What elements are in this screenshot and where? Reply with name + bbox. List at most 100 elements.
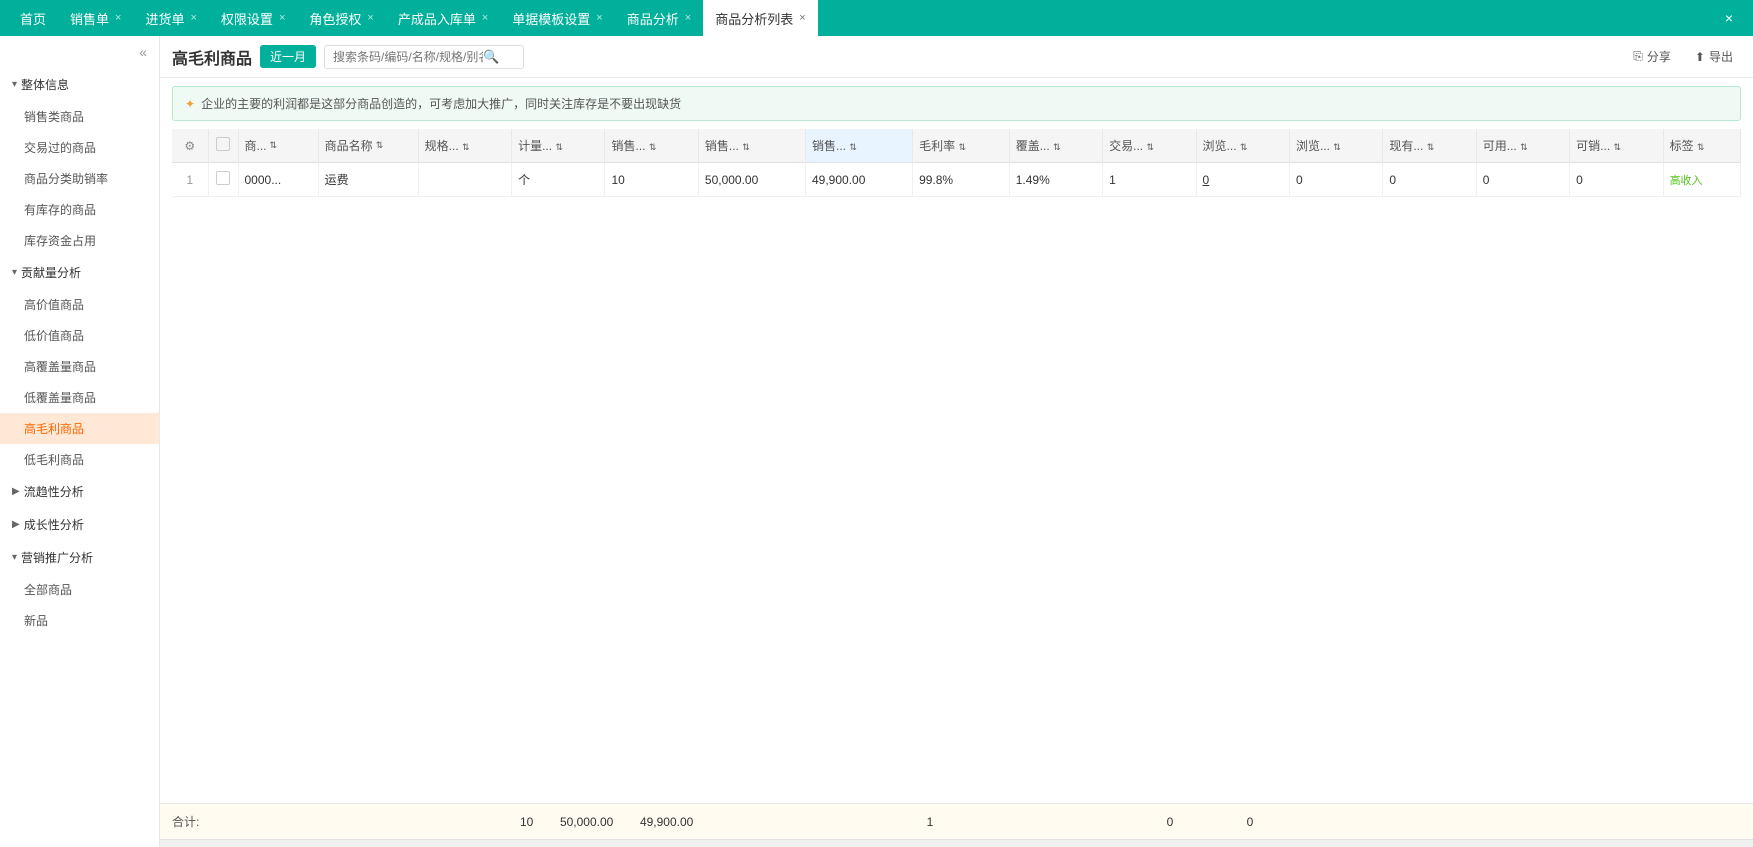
- nav-home[interactable]: 首页: [8, 0, 58, 36]
- nav-product-analysis[interactable]: 商品分析 ×: [615, 0, 703, 36]
- sidebar-item-low-margin[interactable]: 低毛利商品: [0, 444, 159, 475]
- cell-trade: 1: [1103, 163, 1196, 197]
- col-current[interactable]: 现有... ⇅: [1383, 129, 1476, 163]
- sidebar-item-new-goods[interactable]: 新品: [0, 605, 159, 636]
- nav-template[interactable]: 单据模板设置 ×: [500, 0, 614, 36]
- expand-arrow-overall: ▾: [12, 79, 17, 90]
- time-filter-button[interactable]: 近一月: [260, 45, 316, 68]
- sidebar-group-contribution[interactable]: ▾ 贡献量分析: [0, 256, 159, 289]
- export-icon: ⬆: [1695, 50, 1705, 64]
- sidebar-group-marketing[interactable]: ▾ 营销推广分析: [0, 541, 159, 574]
- page-title: 高毛利商品: [172, 45, 252, 69]
- footer-sales1: 10: [459, 815, 539, 829]
- sidebar-item-high-coverage[interactable]: 高覆盖量商品: [0, 351, 159, 382]
- col-browse2[interactable]: 浏览... ⇅: [1289, 129, 1382, 163]
- col-sales2[interactable]: 销售... ⇅: [698, 129, 805, 163]
- col-available[interactable]: 可用... ⇅: [1476, 129, 1569, 163]
- cell-sellable: 0: [1570, 163, 1663, 197]
- nav-purchase[interactable]: 进货单 ×: [133, 0, 208, 36]
- sort-icon-trade: ⇅: [1146, 142, 1154, 152]
- close-purchase-tab[interactable]: ×: [190, 12, 196, 24]
- sort-icon-gross: ⇅: [958, 142, 966, 152]
- sidebar-item-high-margin[interactable]: 高毛利商品: [0, 413, 159, 444]
- close-template-tab[interactable]: ×: [596, 12, 602, 24]
- cell-current: 0: [1383, 163, 1476, 197]
- close-role-tab[interactable]: ×: [367, 12, 373, 24]
- col-sales1[interactable]: 销售... ⇅: [605, 129, 698, 163]
- cell-browse1[interactable]: 0: [1196, 163, 1289, 197]
- table-container[interactable]: ⚙ 商... ⇅ 商品名称: [160, 129, 1753, 803]
- close-sales-tab[interactable]: ×: [115, 12, 121, 24]
- sort-icon-tag: ⇅: [1697, 142, 1705, 152]
- col-unit[interactable]: 计量... ⇅: [512, 129, 605, 163]
- expand-arrow-contribution: ▾: [12, 267, 17, 278]
- col-gross-rate[interactable]: 毛利率 ⇅: [913, 129, 1010, 163]
- sort-icon-coverage: ⇅: [1053, 142, 1061, 152]
- nav-product-analysis-list[interactable]: 商品分析列表 ×: [703, 0, 817, 36]
- sidebar-item-high-value[interactable]: 高价值商品: [0, 289, 159, 320]
- share-button[interactable]: ⎘ 分享: [1625, 44, 1679, 69]
- cell-sales3: 49,900.00: [805, 163, 912, 197]
- sidebar-collapse-button[interactable]: «: [135, 42, 151, 62]
- col-settings[interactable]: ⚙: [172, 129, 208, 163]
- sort-icon-sellable: ⇅: [1614, 142, 1622, 152]
- cell-sales2: 50,000.00: [698, 163, 805, 197]
- sidebar-item-all-goods[interactable]: 全部商品: [0, 574, 159, 605]
- table-header-row: ⚙ 商... ⇅ 商品名称: [172, 129, 1741, 163]
- nav-product-inbound[interactable]: 产成品入库单 ×: [386, 0, 500, 36]
- sidebar-group-growth[interactable]: ▶ 成长性分析: [0, 508, 159, 541]
- cell-browse2: 0: [1289, 163, 1382, 197]
- row-checkbox[interactable]: [216, 171, 230, 185]
- content-header: 高毛利商品 近一月 🔍 ⎘ 分享 ⬆ 导出: [160, 36, 1753, 78]
- search-input[interactable]: [333, 50, 483, 64]
- search-box[interactable]: 🔍: [324, 45, 524, 69]
- close-permission-tab[interactable]: ×: [279, 12, 285, 24]
- col-browse1[interactable]: 浏览... ⇅: [1196, 129, 1289, 163]
- table-footer: 合计: 10 50,000.00 49,900.00 1 0 0: [160, 803, 1753, 839]
- nav-permission[interactable]: 权限设置 ×: [209, 0, 297, 36]
- col-sellable[interactable]: 可销... ⇅: [1570, 129, 1663, 163]
- cell-code: 0000...: [238, 163, 318, 197]
- col-name[interactable]: 商品名称 ⇅: [318, 129, 418, 163]
- col-checkbox[interactable]: [208, 129, 238, 163]
- close-product-inbound-tab[interactable]: ×: [482, 12, 488, 24]
- sidebar-item-traded-goods[interactable]: 交易过的商品: [0, 132, 159, 163]
- select-all-checkbox[interactable]: [216, 137, 230, 151]
- export-button[interactable]: ⬆ 导出: [1687, 44, 1741, 69]
- sort-icon-name: ⇅: [376, 140, 384, 151]
- sidebar-item-low-value[interactable]: 低价值商品: [0, 320, 159, 351]
- sort-icon-available: ⇅: [1520, 142, 1528, 152]
- settings-icon[interactable]: ⚙: [184, 139, 195, 153]
- nav-role[interactable]: 角色授权 ×: [297, 0, 385, 36]
- expand-arrow-trend: ▶: [12, 486, 20, 497]
- sidebar-item-low-coverage[interactable]: 低覆盖量商品: [0, 382, 159, 413]
- browse1-link[interactable]: 0: [1203, 173, 1210, 187]
- col-spec[interactable]: 规格... ⇅: [418, 129, 511, 163]
- cell-gross-rate: 99.8%: [913, 163, 1010, 197]
- top-navigation: 首页 销售单 × 进货单 × 权限设置 × 角色授权 × 产成品入库单 × 单据…: [0, 0, 1753, 36]
- cell-index: 1: [172, 163, 208, 197]
- close-product-analysis-list-tab[interactable]: ×: [799, 12, 805, 24]
- nav-sales[interactable]: 销售单 ×: [58, 0, 133, 36]
- col-code[interactable]: 商... ⇅: [238, 129, 318, 163]
- cell-checkbox[interactable]: [208, 163, 238, 197]
- sidebar-group-trend[interactable]: ▶ 流趋性分析: [0, 475, 159, 508]
- sidebar-item-stock-capital[interactable]: 库存资金占用: [0, 225, 159, 256]
- sidebar-item-sales-goods[interactable]: 销售类商品: [0, 101, 159, 132]
- col-sales3[interactable]: 销售... ⇅: [805, 129, 912, 163]
- col-tag[interactable]: 标签 ⇅: [1663, 129, 1740, 163]
- sort-icon-sales2: ⇅: [742, 142, 750, 152]
- sort-icon-sales3: ⇅: [849, 142, 857, 152]
- window-close-button[interactable]: ×: [1713, 10, 1745, 26]
- horizontal-scrollbar[interactable]: [160, 839, 1753, 847]
- search-icon[interactable]: 🔍: [483, 49, 499, 65]
- footer-current: 0: [1099, 815, 1179, 829]
- sort-icon-browse1: ⇅: [1240, 142, 1248, 152]
- close-product-analysis-tab[interactable]: ×: [685, 12, 691, 24]
- sidebar-item-in-stock-goods[interactable]: 有库存的商品: [0, 194, 159, 225]
- sort-icon-sales1: ⇅: [649, 142, 657, 152]
- sidebar-group-overall[interactable]: ▾ 整体信息: [0, 68, 159, 101]
- col-coverage[interactable]: 覆盖... ⇅: [1009, 129, 1102, 163]
- col-trade[interactable]: 交易... ⇅: [1103, 129, 1196, 163]
- sidebar-item-category-sales-rate[interactable]: 商品分类助销率: [0, 163, 159, 194]
